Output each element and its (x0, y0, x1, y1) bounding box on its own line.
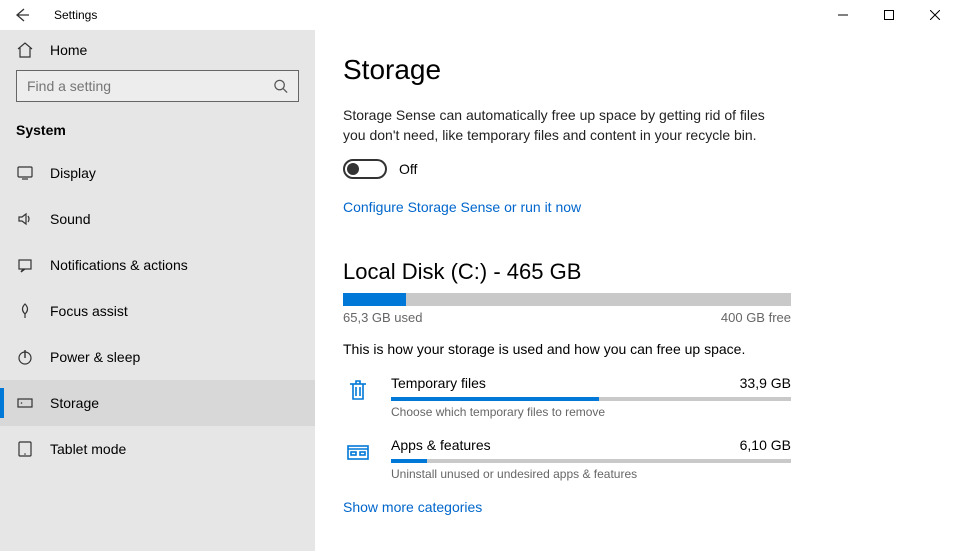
disk-free-label: 400 GB free (721, 310, 791, 325)
category-hint: Uninstall unused or undesired apps & fea… (391, 467, 791, 481)
back-button[interactable] (0, 0, 44, 30)
search-input[interactable] (16, 70, 299, 102)
disk-usage-bar (343, 293, 791, 306)
titlebar: Settings (0, 0, 958, 30)
main-content: Storage Storage Sense can automatically … (315, 30, 958, 551)
caption-buttons (820, 0, 958, 30)
maximize-button[interactable] (866, 0, 912, 30)
nav-item-label: Power & sleep (50, 349, 140, 365)
search-icon (273, 78, 288, 94)
category-size: 33,9 GB (740, 375, 791, 391)
configure-storage-sense-link[interactable]: Configure Storage Sense or run it now (343, 199, 930, 215)
category-size: 6,10 GB (740, 437, 791, 453)
nav-item-label: Display (50, 165, 96, 181)
storage-category[interactable]: Temporary files 33,9 GB Choose which tempo… (343, 375, 791, 419)
sidebar: Home System Display Sound Notifications & … (0, 30, 315, 551)
section-label: System (0, 112, 315, 150)
apps-icon (343, 437, 373, 481)
minimize-button[interactable] (820, 0, 866, 30)
storage-icon (16, 394, 34, 412)
category-bar (391, 397, 791, 401)
nav-item-label: Focus assist (50, 303, 128, 319)
nav-item-label: Sound (50, 211, 90, 227)
sound-icon (16, 210, 34, 228)
nav-item-label: Storage (50, 395, 99, 411)
back-arrow-icon (14, 7, 30, 23)
page-title: Storage (343, 54, 930, 86)
minimize-icon (838, 10, 848, 20)
storage-sense-description: Storage Sense can automatically free up … (343, 106, 773, 145)
notifications-icon (16, 256, 34, 274)
home-icon (16, 41, 34, 59)
storage-sense-toggle[interactable] (343, 159, 387, 179)
sidebar-item-notifications[interactable]: Notifications & actions (0, 242, 315, 288)
home-label: Home (50, 42, 87, 58)
sidebar-item-home[interactable]: Home (0, 30, 315, 70)
show-more-categories-link[interactable]: Show more categories (343, 499, 930, 515)
sidebar-item-power[interactable]: Power & sleep (0, 334, 315, 380)
category-bar (391, 459, 791, 463)
close-button[interactable] (912, 0, 958, 30)
tablet-icon (16, 440, 34, 458)
sidebar-item-sound[interactable]: Sound (0, 196, 315, 242)
focus-icon (16, 302, 34, 320)
category-name: Apps & features (391, 437, 491, 453)
sidebar-item-storage[interactable]: Storage (0, 380, 315, 426)
storage-category[interactable]: Apps & features 6,10 GB Uninstall unused o… (343, 437, 791, 481)
sidebar-item-focus[interactable]: Focus assist (0, 288, 315, 334)
trash-icon (343, 375, 373, 419)
disk-used-label: 65,3 GB used (343, 310, 423, 325)
sidebar-nav: Display Sound Notifications & actions Focus… (0, 150, 315, 472)
category-hint: Choose which temporary files to remove (391, 405, 791, 419)
toggle-state-label: Off (399, 161, 417, 177)
maximize-icon (884, 10, 894, 20)
sidebar-item-tablet[interactable]: Tablet mode (0, 426, 315, 472)
disk-title: Local Disk (C:) - 465 GB (343, 259, 930, 285)
power-icon (16, 348, 34, 366)
window-title: Settings (54, 8, 97, 22)
category-name: Temporary files (391, 375, 486, 391)
search-field[interactable] (27, 78, 273, 94)
nav-item-label: Tablet mode (50, 441, 126, 457)
display-icon (16, 164, 34, 182)
sidebar-item-display[interactable]: Display (0, 150, 315, 196)
close-icon (930, 10, 940, 20)
nav-item-label: Notifications & actions (50, 257, 188, 273)
usage-description: This is how your storage is used and how… (343, 341, 930, 357)
